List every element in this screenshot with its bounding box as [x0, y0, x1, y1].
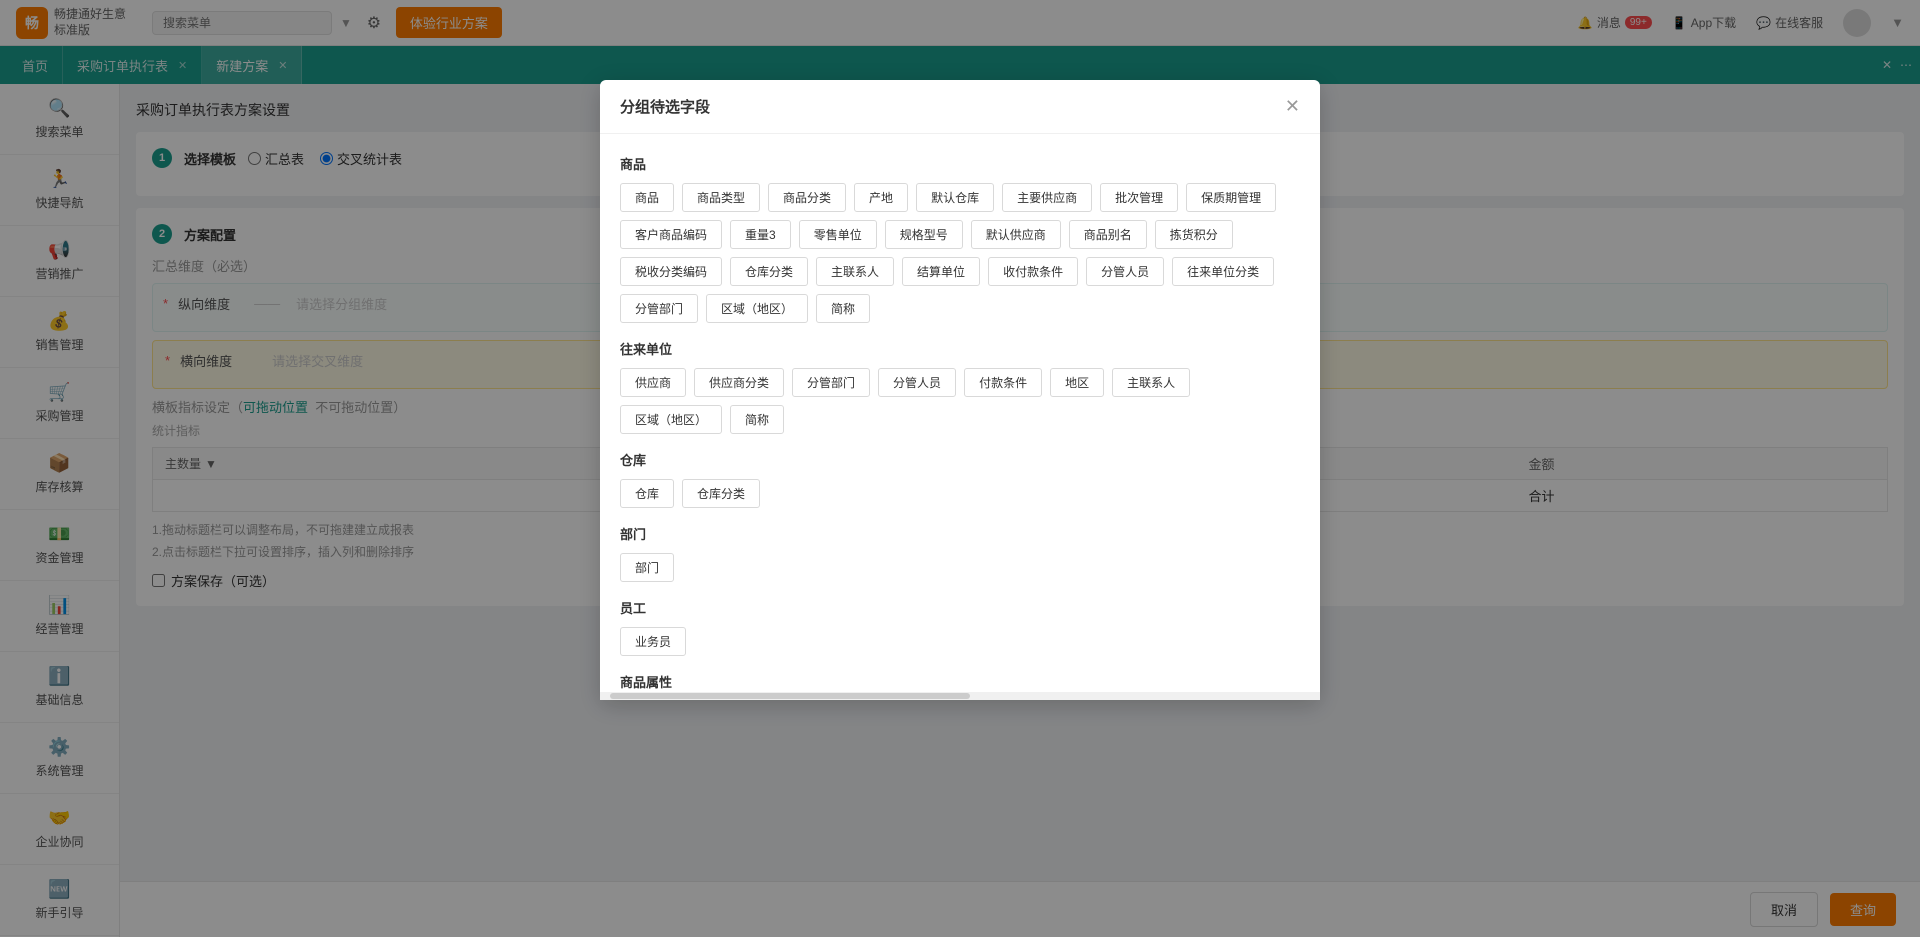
field-tag[interactable]: 业务员	[620, 627, 686, 656]
modal-header: 分组待选字段 ✕	[600, 80, 1320, 134]
field-tags-product: 商品 商品类型 商品分类 产地 默认仓库 主要供应商 批次管理 保质期管理 客户…	[620, 183, 1300, 323]
field-tag[interactable]: 简称	[730, 405, 784, 434]
field-tag[interactable]: 部门	[620, 553, 674, 582]
field-tag[interactable]: 仓库	[620, 479, 674, 508]
field-tags-partner: 供应商 供应商分类 分管部门 分管人员 付款条件 地区 主联系人 区域（地区） …	[620, 368, 1300, 434]
section-title-partner: 往来单位	[620, 339, 1300, 358]
field-tag[interactable]: 付款条件	[964, 368, 1042, 397]
field-tag[interactable]: 主联系人	[1112, 368, 1190, 397]
field-tag[interactable]: 仓库分类	[730, 257, 808, 286]
field-tag[interactable]: 分管人员	[1086, 257, 1164, 286]
field-tag[interactable]: 结算单位	[902, 257, 980, 286]
field-tags-dept: 部门	[620, 553, 1300, 582]
field-tag[interactable]: 区域（地区）	[620, 405, 722, 434]
modal-title: 分组待选字段	[620, 96, 710, 117]
field-tag[interactable]: 产地	[854, 183, 908, 212]
field-tag[interactable]: 供应商	[620, 368, 686, 397]
field-tag[interactable]: 分管部门	[620, 294, 698, 323]
field-tag[interactable]: 重量3	[730, 220, 791, 249]
field-tag[interactable]: 仓库分类	[682, 479, 760, 508]
section-title-product-attr: 商品属性	[620, 672, 1300, 691]
field-tag[interactable]: 地区	[1050, 368, 1104, 397]
field-tag[interactable]: 往来单位分类	[1172, 257, 1274, 286]
section-title-product: 商品	[620, 154, 1300, 173]
field-tag[interactable]: 商品	[620, 183, 674, 212]
field-tag[interactable]: 批次管理	[1100, 183, 1178, 212]
field-tag[interactable]: 拣货积分	[1155, 220, 1233, 249]
field-tag[interactable]: 商品类型	[682, 183, 760, 212]
field-tag[interactable]: 简称	[816, 294, 870, 323]
field-tag[interactable]: 规格型号	[885, 220, 963, 249]
field-tag[interactable]: 供应商分类	[694, 368, 784, 397]
modal-overlay: 分组待选字段 ✕ 商品 商品 商品类型 商品分类 产地 默认仓库 主要供应商 批…	[0, 0, 1920, 937]
field-tags-warehouse: 仓库 仓库分类	[620, 479, 1300, 508]
field-tags-staff: 业务员	[620, 627, 1300, 656]
field-tag[interactable]: 主要供应商	[1002, 183, 1092, 212]
field-tag[interactable]: 商品分类	[768, 183, 846, 212]
section-title-staff: 员工	[620, 598, 1300, 617]
field-tag[interactable]: 区域（地区）	[706, 294, 808, 323]
field-tag[interactable]: 客户商品编码	[620, 220, 722, 249]
modal-hscroll-thumb	[610, 693, 970, 699]
field-tag[interactable]: 税收分类编码	[620, 257, 722, 286]
field-tag[interactable]: 零售单位	[799, 220, 877, 249]
field-tag[interactable]: 默认供应商	[971, 220, 1061, 249]
field-tag[interactable]: 默认仓库	[916, 183, 994, 212]
field-select-modal: 分组待选字段 ✕ 商品 商品 商品类型 商品分类 产地 默认仓库 主要供应商 批…	[600, 80, 1320, 700]
field-tag[interactable]: 主联系人	[816, 257, 894, 286]
modal-close-button[interactable]: ✕	[1285, 96, 1300, 117]
modal-horizontal-scrollbar[interactable]	[600, 692, 1320, 700]
section-title-warehouse: 仓库	[620, 450, 1300, 469]
field-tag[interactable]: 分管部门	[792, 368, 870, 397]
section-title-dept: 部门	[620, 524, 1300, 543]
field-tag[interactable]: 商品别名	[1069, 220, 1147, 249]
modal-body: 商品 商品 商品类型 商品分类 产地 默认仓库 主要供应商 批次管理 保质期管理…	[600, 134, 1320, 692]
field-tag[interactable]: 保质期管理	[1186, 183, 1276, 212]
field-tag[interactable]: 分管人员	[878, 368, 956, 397]
field-tag[interactable]: 收付款条件	[988, 257, 1078, 286]
